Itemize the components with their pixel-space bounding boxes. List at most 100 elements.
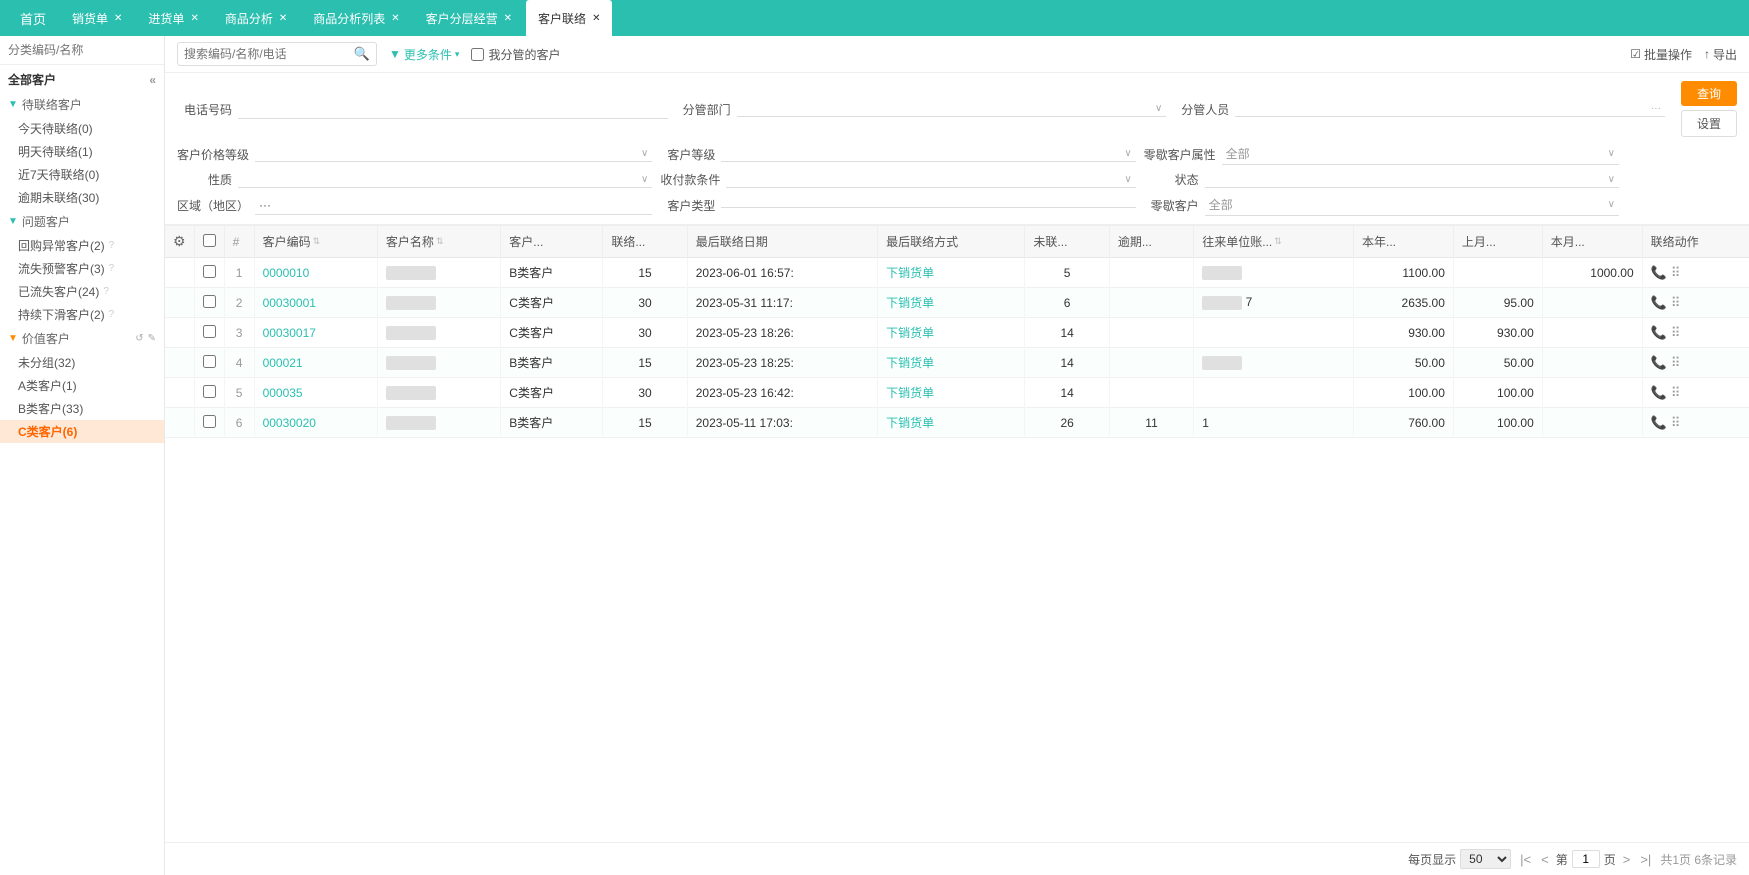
- td-last-method[interactable]: 下销货单: [878, 318, 1025, 348]
- td-code[interactable]: 00030001: [254, 288, 377, 318]
- td-check[interactable]: [194, 378, 224, 408]
- filter-customer-grade-select[interactable]: ∨: [255, 146, 652, 162]
- td-code[interactable]: 00030017: [254, 318, 377, 348]
- filter-retail-attr-select[interactable]: 全部 ∨: [1222, 143, 1619, 165]
- td-last-method[interactable]: 下销货单: [878, 348, 1025, 378]
- my-customers-checkbox[interactable]: [471, 48, 484, 61]
- td-check[interactable]: [194, 348, 224, 378]
- sidebar-value-group[interactable]: ▼ 价值客户 ↺ ✎: [0, 326, 164, 351]
- td-last-method[interactable]: 下销货单: [878, 288, 1025, 318]
- settings-button[interactable]: 设置: [1681, 110, 1737, 137]
- td-code[interactable]: 0000010: [254, 258, 377, 288]
- close-icon[interactable]: ✕: [504, 13, 512, 24]
- sidebar-item-pending-0[interactable]: 今天待联络(0): [0, 117, 164, 140]
- grid-icon[interactable]: ⠿: [1671, 295, 1681, 311]
- grid-icon[interactable]: ⠿: [1671, 325, 1681, 341]
- row-checkbox[interactable]: [203, 295, 216, 308]
- bulk-ops-button[interactable]: ☑ 批量操作: [1630, 46, 1692, 63]
- filter-person-select[interactable]: ···: [1235, 101, 1665, 117]
- row-checkbox[interactable]: [203, 415, 216, 428]
- td-code[interactable]: 000035: [254, 378, 377, 408]
- close-icon[interactable]: ✕: [279, 13, 287, 24]
- sidebar-problem-group[interactable]: ▼ 问题客户: [0, 209, 164, 234]
- nav-tab-2[interactable]: 商品分析 ✕: [213, 0, 299, 36]
- filter-customer-level-select[interactable]: ∨: [721, 146, 1135, 162]
- more-filter-button[interactable]: ▼ 更多条件 ▾: [389, 46, 459, 63]
- grid-icon[interactable]: ⠿: [1671, 385, 1681, 401]
- td-code[interactable]: 000021: [254, 348, 377, 378]
- phone-icon[interactable]: 📞: [1651, 325, 1667, 341]
- filter-customer-type-select[interactable]: [721, 203, 1135, 208]
- select-all-checkbox[interactable]: [203, 234, 216, 247]
- sidebar-item-value-2[interactable]: B类客户(33): [0, 397, 164, 420]
- sidebar-pending-group[interactable]: ▼ 待联络客户: [0, 92, 164, 117]
- method-link[interactable]: 下销货单: [886, 416, 934, 430]
- prev-page-button[interactable]: <: [1538, 851, 1552, 868]
- nav-home[interactable]: 首页: [8, 0, 58, 36]
- grid-icon[interactable]: ⠿: [1671, 355, 1681, 371]
- filter-phone-input[interactable]: [238, 100, 668, 119]
- close-icon[interactable]: ✕: [114, 13, 122, 24]
- sidebar-item-problem-1[interactable]: 流失预警客户(3) ?: [0, 257, 164, 280]
- sidebar-item-value-1[interactable]: A类客户(1): [0, 374, 164, 397]
- method-link[interactable]: 下销货单: [886, 386, 934, 400]
- sidebar-item-problem-2[interactable]: 已流失客户(24) ?: [0, 280, 164, 303]
- row-checkbox[interactable]: [203, 265, 216, 278]
- td-code[interactable]: 00030020: [254, 408, 377, 438]
- first-page-button[interactable]: |<: [1517, 851, 1534, 868]
- sidebar-search-input[interactable]: [8, 43, 163, 57]
- my-customers-checkbox-wrap[interactable]: 我分管的客户: [471, 46, 560, 63]
- refresh-icon[interactable]: ↺: [135, 333, 143, 344]
- last-page-button[interactable]: >|: [1637, 851, 1654, 868]
- method-link[interactable]: 下销货单: [886, 296, 934, 310]
- sidebar-item-value-3[interactable]: C类客户(6): [0, 420, 164, 443]
- sidebar-all-customers[interactable]: 全部客户 «: [0, 65, 164, 92]
- td-check[interactable]: [194, 408, 224, 438]
- row-checkbox[interactable]: [203, 385, 216, 398]
- nav-tab-0[interactable]: 销货单 ✕: [60, 0, 134, 36]
- close-icon[interactable]: ✕: [190, 13, 198, 24]
- filter-retail-customer-select[interactable]: 全部 ∨: [1205, 194, 1619, 216]
- grid-icon[interactable]: ⠿: [1671, 415, 1681, 431]
- method-link[interactable]: 下销货单: [886, 356, 934, 370]
- collapse-icon[interactable]: «: [149, 73, 156, 87]
- row-checkbox[interactable]: [203, 355, 216, 368]
- sidebar-item-value-0[interactable]: 未分组(32): [0, 351, 164, 374]
- settings-gear-icon[interactable]: ⚙: [173, 233, 186, 249]
- filter-payment-select[interactable]: ∨: [726, 172, 1135, 188]
- td-check[interactable]: [194, 258, 224, 288]
- search-icon[interactable]: 🔍: [354, 46, 370, 62]
- filter-region-more[interactable]: ···: [255, 196, 652, 215]
- td-last-method[interactable]: 下销货单: [878, 408, 1025, 438]
- row-checkbox[interactable]: [203, 325, 216, 338]
- td-check[interactable]: [194, 288, 224, 318]
- page-number-input[interactable]: [1572, 850, 1600, 868]
- nav-tab-4[interactable]: 客户分层经营 ✕: [414, 0, 524, 36]
- nav-tab-1[interactable]: 进货单 ✕: [136, 0, 210, 36]
- export-button[interactable]: ↑ 导出: [1704, 46, 1737, 63]
- sidebar-item-problem-3[interactable]: 持续下滑客户(2) ?: [0, 303, 164, 326]
- phone-icon[interactable]: 📞: [1651, 355, 1667, 371]
- per-page-select[interactable]: 50 100 200: [1460, 849, 1511, 869]
- td-check[interactable]: [194, 318, 224, 348]
- nav-tab-5[interactable]: 客户联络 ✕: [526, 0, 612, 36]
- sidebar-item-pending-2[interactable]: 近7天待联络(0): [0, 163, 164, 186]
- sidebar-item-problem-0[interactable]: 回购异常客户(2) ?: [0, 234, 164, 257]
- td-last-method[interactable]: 下销货单: [878, 378, 1025, 408]
- close-icon[interactable]: ✕: [391, 13, 399, 24]
- search-input[interactable]: [184, 47, 350, 61]
- grid-icon[interactable]: ⠿: [1671, 265, 1681, 281]
- phone-icon[interactable]: 📞: [1651, 295, 1667, 311]
- filter-dept-select[interactable]: ∨: [737, 101, 1167, 117]
- filter-nature-select[interactable]: ∨: [238, 172, 652, 188]
- query-button[interactable]: 查询: [1681, 81, 1737, 106]
- phone-icon[interactable]: 📞: [1651, 385, 1667, 401]
- nav-tab-3[interactable]: 商品分析列表 ✕: [301, 0, 411, 36]
- method-link[interactable]: 下销货单: [886, 326, 934, 340]
- td-last-method[interactable]: 下销货单: [878, 258, 1025, 288]
- filter-status-select[interactable]: ∨: [1205, 172, 1619, 188]
- phone-icon[interactable]: 📞: [1651, 415, 1667, 431]
- close-icon[interactable]: ✕: [592, 13, 600, 24]
- sidebar-item-pending-1[interactable]: 明天待联络(1): [0, 140, 164, 163]
- method-link[interactable]: 下销货单: [886, 266, 934, 280]
